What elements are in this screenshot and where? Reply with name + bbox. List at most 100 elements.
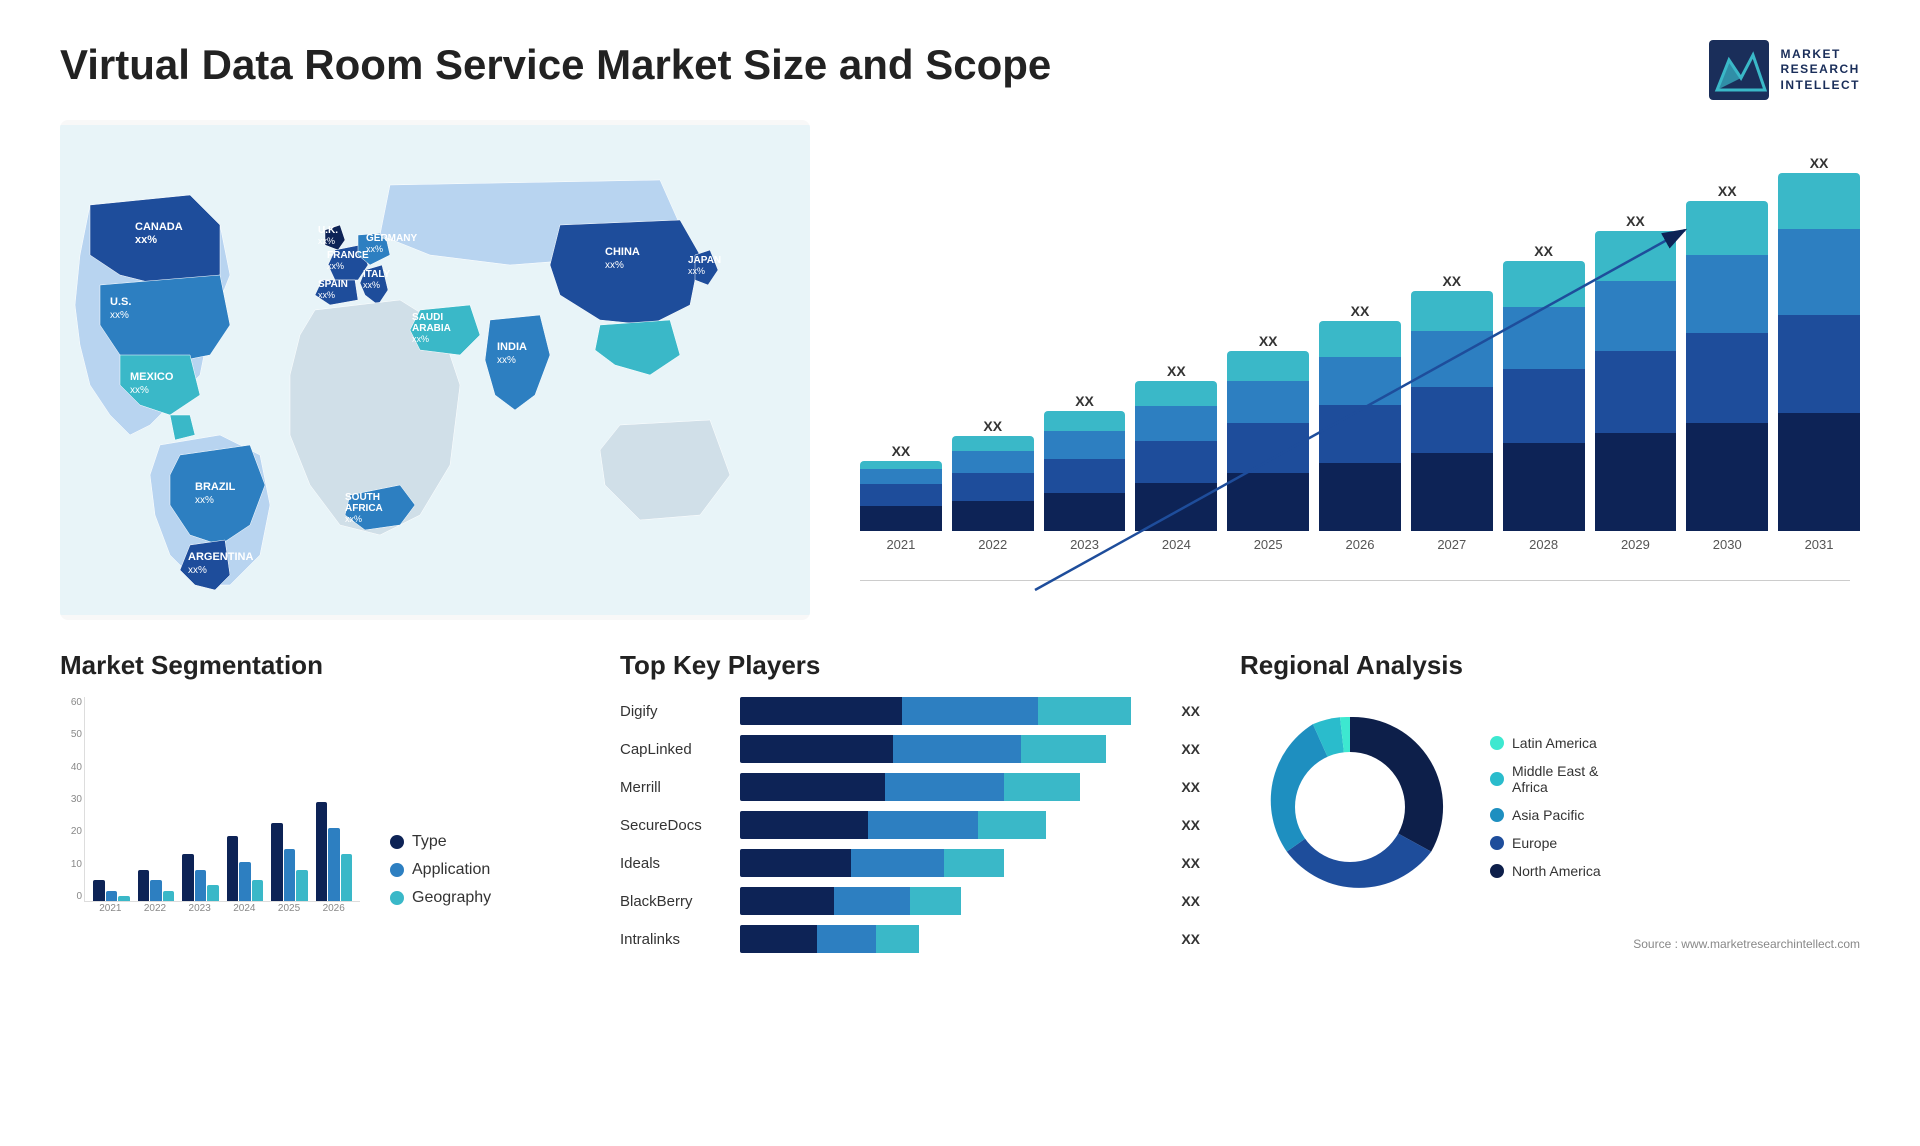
bar-year-2024: 2024 [1162,537,1191,552]
germany-value: xx% [366,244,383,254]
seg-legend: Type Application Geography [390,833,491,927]
logo-icon [1709,40,1769,100]
southafrica-value: xx% [345,514,362,524]
player-bar-blackberry [740,887,1165,915]
player-bar-merrill [740,773,1165,801]
reg-dot-mea [1490,772,1504,786]
mexico-value: xx% [130,385,149,396]
header: Virtual Data Room Service Market Size an… [60,40,1860,100]
saudi-label: SAUDI [412,312,443,323]
bar-xx-2027: XX [1442,273,1461,289]
seg-y-10: 10 [71,859,82,870]
market-segmentation: Market Segmentation 0 10 20 30 40 50 60 [60,650,580,927]
player-name-merrill: Merrill [620,779,730,796]
player-xx-digify: XX [1181,703,1200,719]
bar-2026: XX 2026 [1319,303,1401,552]
key-players: Top Key Players Digify XX CapLinked [620,650,1200,953]
regional-analysis: Regional Analysis [1240,650,1860,951]
players-list: Digify XX CapLinked X [620,697,1200,953]
bar-year-2022: 2022 [978,537,1007,552]
player-caplinked: CapLinked XX [620,735,1200,763]
seg-bars-2021 [93,880,130,901]
germany-label: GERMANY [366,233,417,244]
player-xx-intralinks: XX [1181,931,1200,947]
player-name-intralinks: Intralinks [620,931,730,948]
uk-label: U.K. [318,225,338,236]
player-digify: Digify XX [620,697,1200,725]
legend-dot-type [390,835,404,849]
us-value: xx% [110,310,129,321]
bar-2023: XX 2023 [1044,393,1126,552]
logo: MARKET RESEARCH INTELLECT [1709,40,1861,100]
reg-label-na: North America [1512,863,1601,879]
japan-value: xx% [688,266,705,276]
brazil-label: BRAZIL [195,481,236,493]
seg-bars-2026 [316,802,353,901]
india-label: INDIA [497,341,527,353]
seg-x-2025: 2025 [271,903,308,927]
bar-year-2025: 2025 [1254,537,1283,552]
player-name-caplinked: CapLinked [620,741,730,758]
player-bar-caplinked [740,735,1165,763]
india-value: xx% [497,355,516,366]
canada-label: CANADA [135,221,183,233]
player-name-digify: Digify [620,703,730,720]
france-label: FRANCE [327,250,369,261]
seg-bars-2022 [138,870,175,901]
seg-x-2021: 2021 [92,903,129,927]
regional-title: Regional Analysis [1240,650,1860,681]
player-ideals: Ideals XX [620,849,1200,877]
bar-year-2023: 2023 [1070,537,1099,552]
legend-label-application: Application [412,861,490,879]
mexico-label: MEXICO [130,371,174,383]
seg-x-2022: 2022 [137,903,174,927]
player-name-ideals: Ideals [620,855,730,872]
legend-label-geography: Geography [412,889,491,907]
bar-year-2030: 2030 [1713,537,1742,552]
reg-legend-latin: Latin America [1490,735,1601,751]
seg-bars-2023 [182,854,219,901]
bar-xx-2030: XX [1718,183,1737,199]
player-blackberry: BlackBerry XX [620,887,1200,915]
player-bar-intralinks [740,925,1165,953]
seg-x-2024: 2024 [226,903,263,927]
reg-legend-asia: Asia Pacific [1490,807,1601,823]
saudi-value: xx% [412,334,429,344]
spain-label: SPAIN [318,279,348,290]
seg-title: Market Segmentation [60,650,580,681]
france-value: xx% [327,261,344,271]
bar-2031: XX 2031 [1778,155,1860,552]
us-label: U.S. [110,296,131,308]
seg-y-0: 0 [76,891,82,902]
bar-year-2021: 2021 [886,537,915,552]
seg-bars-2025 [271,823,308,901]
seg-y-20: 20 [71,826,82,837]
reg-label-asia: Asia Pacific [1512,807,1584,823]
logo-text: MARKET RESEARCH INTELLECT [1781,47,1861,94]
argentina-label: ARGENTINA [188,551,253,563]
seg-x-2026: 2026 [315,903,352,927]
player-merrill: Merrill XX [620,773,1200,801]
bar-year-2029: 2029 [1621,537,1650,552]
bar-2030: XX 2030 [1686,183,1768,552]
bar-year-2027: 2027 [1437,537,1466,552]
saudi-label2: ARABIA [412,323,451,334]
player-xx-ideals: XX [1181,855,1200,871]
reg-legend-na: North America [1490,863,1601,879]
bar-2024: XX 2024 [1135,363,1217,552]
spain-value: xx% [318,290,335,300]
bar-xx-2025: XX [1259,333,1278,349]
brazil-value: xx% [195,495,214,506]
bar-2022: XX 2022 [952,418,1034,552]
china-label: CHINA [605,246,640,258]
bar-xx-2021: XX [892,443,911,459]
main-title: Virtual Data Room Service Market Size an… [60,40,1051,90]
bar-year-2026: 2026 [1346,537,1375,552]
players-title: Top Key Players [620,650,1200,681]
canada-value: xx% [135,234,157,246]
player-bar-digify [740,697,1165,725]
seg-y-60: 60 [71,697,82,708]
seg-bars-2024 [227,836,264,901]
reg-label-europe: Europe [1512,835,1557,851]
bar-xx-2022: XX [983,418,1002,434]
